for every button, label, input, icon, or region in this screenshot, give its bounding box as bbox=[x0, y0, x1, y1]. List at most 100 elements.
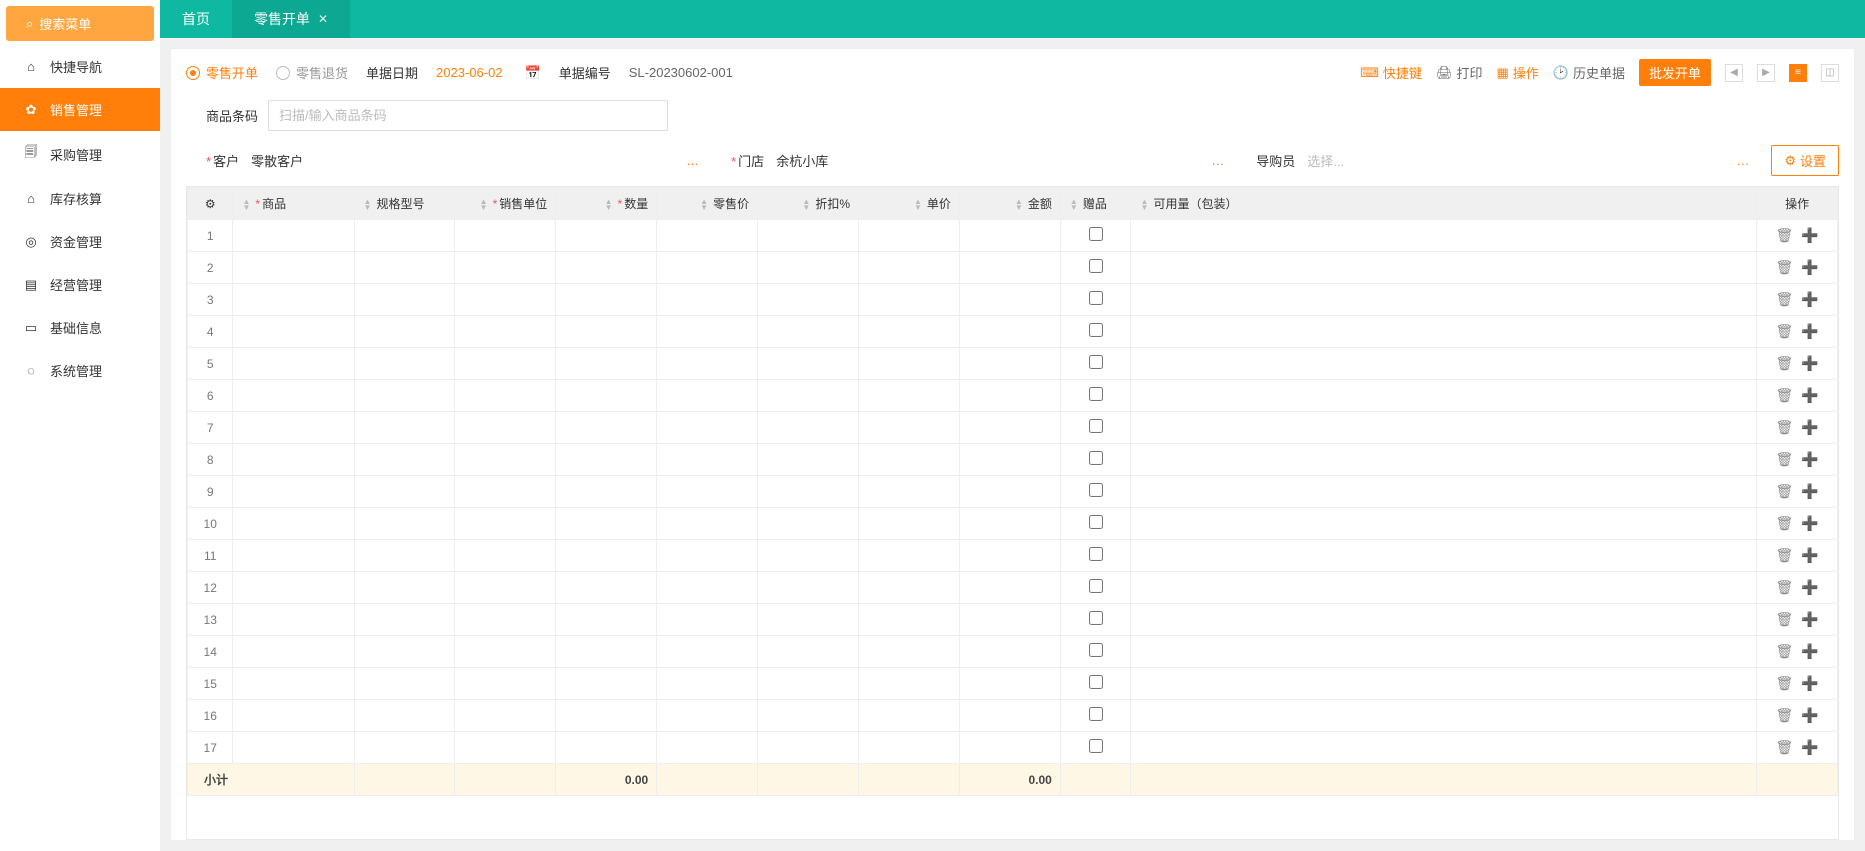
table-row[interactable]: 8🗑➕ bbox=[188, 444, 1838, 476]
cell-unit[interactable] bbox=[455, 572, 556, 604]
operate-button[interactable]: ▦ 操作 bbox=[1496, 63, 1538, 82]
th-uprice[interactable]: ▲▼单价 bbox=[859, 188, 960, 220]
cell-spec[interactable] bbox=[354, 412, 455, 444]
table-row[interactable]: 13🗑➕ bbox=[188, 604, 1838, 636]
cell-unit[interactable] bbox=[455, 380, 556, 412]
cell-product[interactable] bbox=[233, 316, 354, 348]
sidebar-item-1[interactable]: ✿销售管理 bbox=[0, 88, 160, 131]
cell-product[interactable] bbox=[233, 380, 354, 412]
cell-uprice[interactable] bbox=[859, 572, 960, 604]
table-row[interactable]: 9🗑➕ bbox=[188, 476, 1838, 508]
delete-icon[interactable]: 🗑 bbox=[1775, 387, 1793, 403]
delete-icon[interactable]: 🗑 bbox=[1775, 707, 1793, 723]
cell-spec[interactable] bbox=[354, 220, 455, 252]
gift-checkbox[interactable] bbox=[1089, 387, 1103, 401]
cell-uprice[interactable] bbox=[859, 476, 960, 508]
delete-icon[interactable]: 🗑 bbox=[1775, 355, 1793, 371]
add-row-icon[interactable]: ➕ bbox=[1801, 611, 1818, 627]
cell-uprice[interactable] bbox=[859, 668, 960, 700]
search-menu-button[interactable]: ⌕ 搜索菜单 bbox=[6, 6, 154, 41]
cell-amount[interactable] bbox=[959, 636, 1060, 668]
cell-qty[interactable] bbox=[556, 316, 657, 348]
cell-qty[interactable] bbox=[556, 604, 657, 636]
cell-product[interactable] bbox=[233, 604, 354, 636]
th-product[interactable]: ▲▼*商品 bbox=[233, 188, 354, 220]
cell-product[interactable] bbox=[233, 476, 354, 508]
cell-unit[interactable] bbox=[455, 444, 556, 476]
th-spec[interactable]: ▲▼规格型号 bbox=[354, 188, 455, 220]
cell-gift[interactable] bbox=[1060, 348, 1131, 380]
calendar-icon[interactable]: 📅 bbox=[525, 65, 541, 81]
gift-checkbox[interactable] bbox=[1089, 675, 1103, 689]
cell-gift[interactable] bbox=[1060, 284, 1131, 316]
cell-qty[interactable] bbox=[556, 348, 657, 380]
cell-spec[interactable] bbox=[354, 732, 455, 764]
add-row-icon[interactable]: ➕ bbox=[1801, 387, 1818, 403]
gift-checkbox[interactable] bbox=[1089, 323, 1103, 337]
th-avail[interactable]: ▲▼可用量（包装） bbox=[1131, 188, 1757, 220]
cell-gift[interactable] bbox=[1060, 316, 1131, 348]
gift-checkbox[interactable] bbox=[1089, 643, 1103, 657]
cell-spec[interactable] bbox=[354, 348, 455, 380]
cell-price[interactable] bbox=[657, 380, 758, 412]
history-button[interactable]: 🕑 历史单据 bbox=[1553, 63, 1625, 82]
cell-spec[interactable] bbox=[354, 284, 455, 316]
add-row-icon[interactable]: ➕ bbox=[1801, 515, 1818, 531]
cell-uprice[interactable] bbox=[859, 508, 960, 540]
cell-spec[interactable] bbox=[354, 700, 455, 732]
cell-unit[interactable] bbox=[455, 508, 556, 540]
cell-qty[interactable] bbox=[556, 732, 657, 764]
cell-gift[interactable] bbox=[1060, 700, 1131, 732]
cell-qty[interactable] bbox=[556, 380, 657, 412]
cell-discount[interactable] bbox=[758, 572, 859, 604]
table-row[interactable]: 15🗑➕ bbox=[188, 668, 1838, 700]
gift-checkbox[interactable] bbox=[1089, 259, 1103, 273]
table-row[interactable]: 4🗑➕ bbox=[188, 316, 1838, 348]
cell-product[interactable] bbox=[233, 732, 354, 764]
bill-date-value[interactable]: 2023-06-02 bbox=[436, 65, 503, 80]
cell-price[interactable] bbox=[657, 252, 758, 284]
sidebar-item-6[interactable]: ▭基础信息 bbox=[0, 306, 160, 349]
cell-discount[interactable] bbox=[758, 412, 859, 444]
cell-unit[interactable] bbox=[455, 284, 556, 316]
gift-checkbox[interactable] bbox=[1089, 419, 1103, 433]
cell-amount[interactable] bbox=[959, 284, 1060, 316]
cell-product[interactable] bbox=[233, 412, 354, 444]
cell-spec[interactable] bbox=[354, 668, 455, 700]
cell-discount[interactable] bbox=[758, 540, 859, 572]
cell-qty[interactable] bbox=[556, 668, 657, 700]
th-price[interactable]: ▲▼零售价 bbox=[657, 188, 758, 220]
cell-unit[interactable] bbox=[455, 636, 556, 668]
cell-discount[interactable] bbox=[758, 508, 859, 540]
cell-price[interactable] bbox=[657, 540, 758, 572]
cell-price[interactable] bbox=[657, 476, 758, 508]
cell-unit[interactable] bbox=[455, 732, 556, 764]
close-icon[interactable]: ✕ bbox=[318, 12, 328, 26]
delete-icon[interactable]: 🗑 bbox=[1775, 547, 1793, 563]
cell-qty[interactable] bbox=[556, 572, 657, 604]
table-row[interactable]: 10🗑➕ bbox=[188, 508, 1838, 540]
cell-gift[interactable] bbox=[1060, 604, 1131, 636]
cell-uprice[interactable] bbox=[859, 284, 960, 316]
table-row[interactable]: 17🗑➕ bbox=[188, 732, 1838, 764]
th-unit[interactable]: ▲▼*销售单位 bbox=[455, 188, 556, 220]
cell-price[interactable] bbox=[657, 316, 758, 348]
cell-amount[interactable] bbox=[959, 380, 1060, 412]
cell-product[interactable] bbox=[233, 284, 354, 316]
delete-icon[interactable]: 🗑 bbox=[1775, 419, 1793, 435]
cell-product[interactable] bbox=[233, 348, 354, 380]
add-row-icon[interactable]: ➕ bbox=[1801, 291, 1818, 307]
cell-price[interactable] bbox=[657, 220, 758, 252]
nav-next-button[interactable]: ▶ bbox=[1757, 64, 1775, 82]
cell-gift[interactable] bbox=[1060, 572, 1131, 604]
cell-qty[interactable] bbox=[556, 636, 657, 668]
gift-checkbox[interactable] bbox=[1089, 739, 1103, 753]
cell-amount[interactable] bbox=[959, 348, 1060, 380]
cell-uprice[interactable] bbox=[859, 700, 960, 732]
cell-product[interactable] bbox=[233, 572, 354, 604]
cell-gift[interactable] bbox=[1060, 476, 1131, 508]
sidebar-item-5[interactable]: ▤经营管理 bbox=[0, 263, 160, 306]
shortcut-button[interactable]: ⌨ 快捷键 bbox=[1360, 63, 1422, 82]
table-row[interactable]: 16🗑➕ bbox=[188, 700, 1838, 732]
table-row[interactable]: 3🗑➕ bbox=[188, 284, 1838, 316]
